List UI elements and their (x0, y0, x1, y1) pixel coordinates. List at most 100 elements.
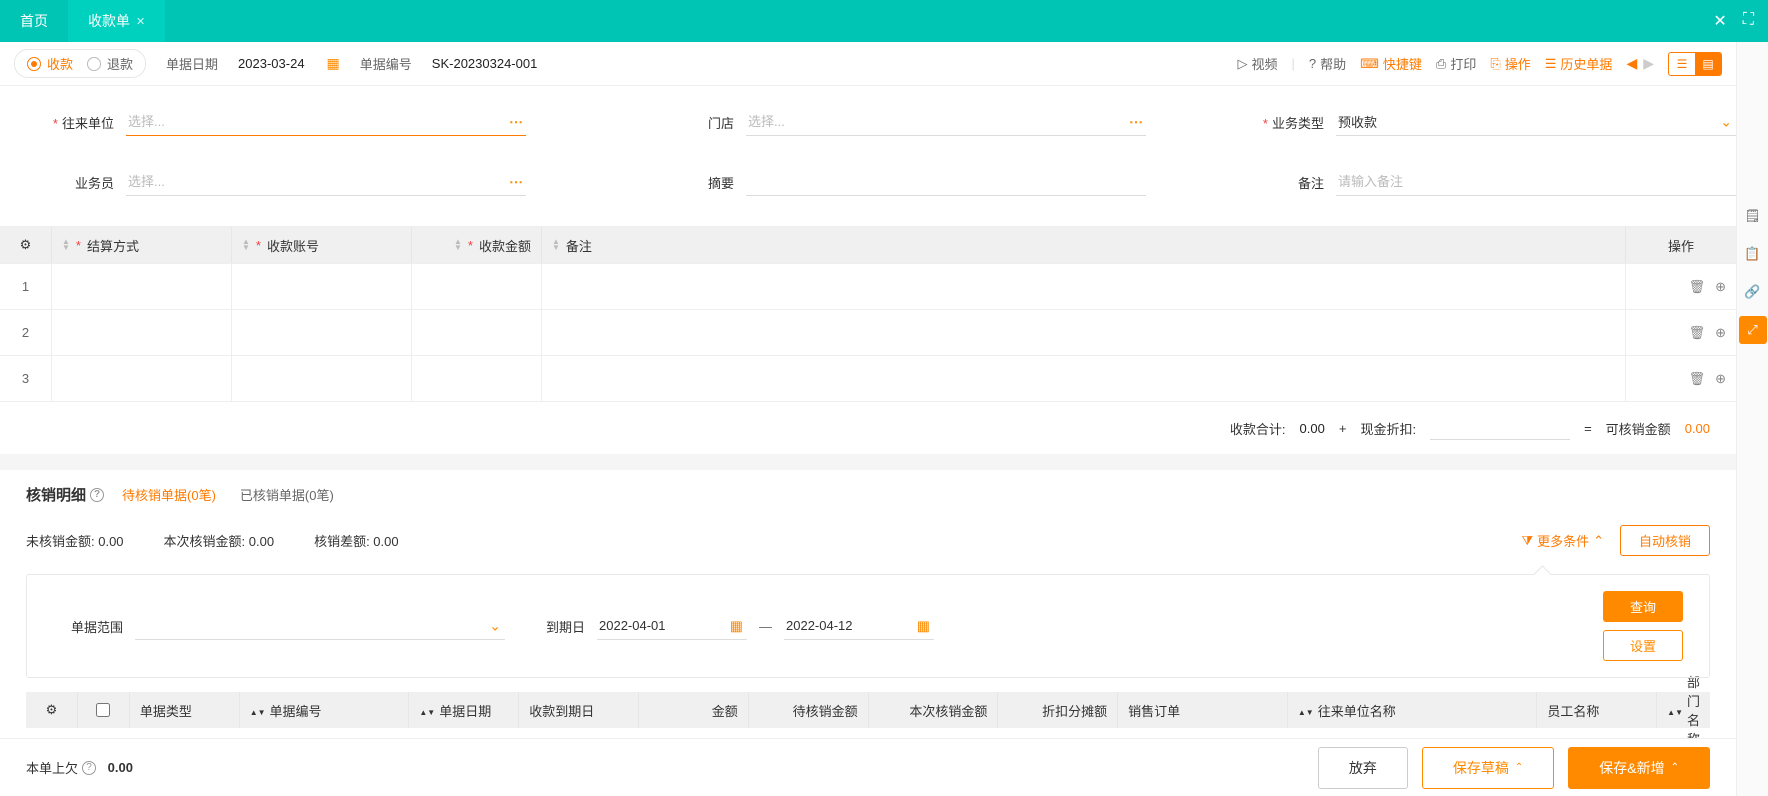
table-row[interactable]: 1 🗑⊕ (0, 263, 1736, 309)
help-icon[interactable]: ? (90, 488, 104, 502)
add-row-icon[interactable]: ⊕ (1715, 325, 1726, 341)
calendar-icon[interactable]: ▦ (327, 55, 340, 72)
doc-date-label: 单据日期 (166, 54, 218, 73)
footer-bar: 本单上欠 ? 0.00 放弃 保存草稿⌃ 保存&新增⌃ (0, 738, 1736, 796)
col-amount[interactable]: ▲▼*收款金额 (412, 227, 542, 263)
tab-home[interactable]: 首页 (0, 0, 68, 42)
video-link[interactable]: ▷ 视频 (1237, 54, 1277, 73)
store-input[interactable] (746, 108, 1146, 136)
cell[interactable] (542, 356, 1626, 401)
window-close-icon[interactable]: ✕ (1713, 11, 1726, 31)
col-remark[interactable]: ▲▼备注 (542, 227, 1626, 263)
print-link[interactable]: ⎙ 打印 (1436, 54, 1476, 73)
col-account[interactable]: ▲▼*收款账号 (232, 227, 412, 263)
col-type[interactable]: 单据类型 (130, 692, 240, 728)
col-thistime[interactable]: 本次核销金额 (869, 692, 999, 728)
select-all[interactable] (78, 692, 130, 728)
operate-link[interactable]: ⎘ 操作 (1490, 54, 1530, 73)
add-row-icon[interactable]: ⊕ (1715, 371, 1726, 387)
tab-pending[interactable]: 待核销单据(0笔) (122, 485, 216, 504)
add-row-icon[interactable]: ⊕ (1715, 279, 1726, 295)
help-icon[interactable]: ? (82, 761, 96, 775)
range-select[interactable] (135, 612, 505, 640)
prev-record-icon[interactable]: ◀ (1626, 55, 1637, 72)
shortcut-link[interactable]: ⌨ 快捷键 (1360, 54, 1422, 73)
table-config-icon[interactable]: ⚙ (0, 227, 52, 263)
save-and-new-button[interactable]: 保存&新增⌃ (1568, 747, 1710, 789)
radio-refund[interactable]: 退款 (87, 54, 133, 73)
divider: | (1292, 56, 1295, 71)
table-config-icon[interactable]: ⚙ (26, 692, 78, 728)
cell[interactable] (412, 264, 542, 309)
delete-row-icon[interactable]: 🗑 (1689, 371, 1706, 387)
disc-label: 现金折扣: (1360, 419, 1416, 438)
date-from-input[interactable] (597, 612, 747, 640)
col-no[interactable]: ▲▼单据编号 (240, 692, 410, 728)
radio-receive[interactable]: 收款 (27, 54, 73, 73)
discount-input[interactable] (1430, 416, 1570, 440)
cell[interactable] (52, 310, 232, 355)
save-draft-button[interactable]: 保存草稿⌃ (1422, 747, 1554, 789)
tab-current[interactable]: 收款单 ✕ (68, 0, 165, 42)
filter-settings-button[interactable]: 设置 (1603, 630, 1683, 661)
cell[interactable] (232, 356, 412, 401)
delete-row-icon[interactable]: 🗑 (1689, 279, 1706, 295)
view-form-icon[interactable]: ▤ (1695, 53, 1721, 75)
chevron-down-icon[interactable]: ⌄ (489, 618, 501, 635)
auto-verify-button[interactable]: 自动核销 (1620, 525, 1710, 556)
picker-icon[interactable]: ⋯ (509, 114, 524, 131)
view-list-icon[interactable]: ☰ (1669, 53, 1695, 75)
help-link[interactable]: ? 帮助 (1309, 54, 1346, 73)
col-ops: 操作 (1626, 227, 1736, 263)
col-disc[interactable]: 折扣分摊额 (998, 692, 1118, 728)
next-record-icon[interactable]: ▶ (1643, 55, 1654, 72)
rail-expand-icon[interactable]: ⤢ (1739, 316, 1767, 344)
table-row[interactable]: 3 🗑⊕ (0, 355, 1736, 401)
col-supplier[interactable]: ▲▼往来单位名称 (1288, 692, 1538, 728)
summary-input[interactable] (746, 168, 1146, 196)
biztype-input[interactable] (1336, 108, 1736, 136)
calendar-icon[interactable]: ▦ (730, 618, 743, 635)
delete-row-icon[interactable]: 🗑 (1689, 325, 1706, 341)
right-rail: 🗒 📋 🔗 ⤢ (1736, 42, 1768, 796)
tab-close-icon[interactable]: ✕ (136, 15, 145, 28)
col-pending[interactable]: 待核销金额 (749, 692, 869, 728)
cell[interactable] (232, 310, 412, 355)
picker-icon[interactable]: ⋯ (1129, 114, 1144, 131)
cell[interactable] (412, 310, 542, 355)
doc-no-value: SK-20230324-001 (432, 56, 538, 71)
col-date[interactable]: ▲▼单据日期 (409, 692, 519, 728)
more-conditions[interactable]: ⧩更多条件⌃ (1521, 531, 1604, 550)
picker-icon[interactable]: ⋯ (509, 174, 524, 191)
col-emp[interactable]: 员工名称 (1537, 692, 1657, 728)
cell[interactable] (542, 264, 1626, 309)
rail-link-icon[interactable]: 🔗 (1739, 278, 1767, 306)
date-to-input[interactable] (784, 612, 934, 640)
row-ops: 🗑⊕ (1626, 356, 1736, 401)
cell[interactable] (52, 356, 232, 401)
col-due[interactable]: 收款到期日 (519, 692, 639, 728)
cell[interactable] (232, 264, 412, 309)
select-all-checkbox[interactable] (96, 703, 110, 717)
discard-button[interactable]: 放弃 (1318, 747, 1408, 789)
tab-done[interactable]: 已核销单据(0笔) (240, 485, 334, 504)
cell[interactable] (542, 310, 1626, 355)
rail-clip-icon[interactable]: 📋 (1739, 240, 1767, 268)
col-amount[interactable]: 金额 (639, 692, 749, 728)
supplier-input[interactable] (126, 108, 526, 136)
seller-input[interactable] (126, 168, 526, 196)
cell[interactable] (52, 264, 232, 309)
remark-input[interactable] (1336, 168, 1736, 196)
history-link[interactable]: ☰ 历史单据 (1545, 54, 1613, 73)
query-button[interactable]: 查询 (1603, 591, 1683, 622)
col-order[interactable]: 销售订单 (1118, 692, 1288, 728)
calendar-icon[interactable]: ▦ (917, 618, 930, 635)
cell[interactable] (412, 356, 542, 401)
doc-date-value[interactable]: 2023-03-24 (238, 56, 305, 71)
col-dept[interactable]: ▲▼部门名称 (1657, 692, 1710, 728)
col-method[interactable]: ▲▼*结算方式 (52, 227, 232, 263)
rail-note-icon[interactable]: 🗒 (1739, 202, 1767, 230)
chevron-down-icon[interactable]: ⌄ (1720, 114, 1732, 131)
fullscreen-icon[interactable]: ⛶ (1743, 11, 1754, 31)
table-row[interactable]: 2 🗑⊕ (0, 309, 1736, 355)
